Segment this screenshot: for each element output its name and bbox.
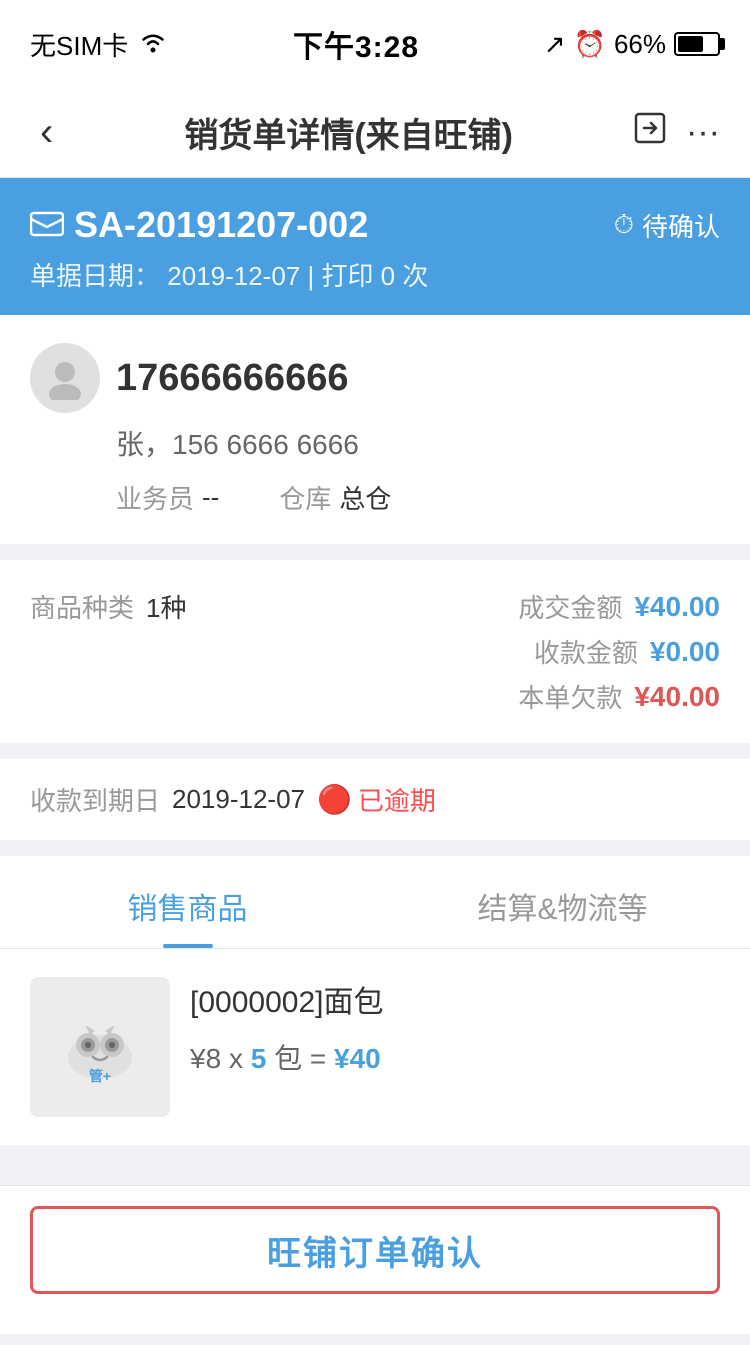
amount-label-1: 收款金额: [534, 633, 638, 670]
product-info: [0000002]面包 ¥8 x 5 包 = ¥40: [190, 977, 720, 1077]
share-button[interactable]: [634, 112, 666, 153]
order-date-row: 单据日期： 2019-12-07 | 打印 0 次: [30, 256, 720, 293]
order-id: SA-20191207-002: [30, 204, 368, 246]
tab-settlement[interactable]: 结算&物流等: [375, 856, 750, 948]
product-price: ¥8: [190, 1043, 221, 1074]
product-unit: 包: [274, 1043, 302, 1074]
location-icon: ↗: [544, 29, 566, 60]
due-date-section: 收款到期日 2019-12-07 🔴 已逾期: [0, 759, 750, 840]
status-clock-icon: ⏱: [614, 209, 634, 241]
warehouse-label: 仓库: [279, 479, 331, 516]
confirm-order-button[interactable]: 旺铺订单确认: [30, 1206, 720, 1294]
amount-label-0: 成交金额: [518, 588, 622, 625]
product-item: 管+ [0000002]面包 ¥8 x 5 包 = ¥40: [0, 949, 750, 1145]
status-carrier-area: 无SIM卡: [30, 26, 168, 63]
due-date-label: 收款到期日: [30, 781, 160, 818]
nav-actions: ···: [634, 112, 720, 153]
alarm-icon: ⏰: [574, 29, 606, 60]
customer-meta: 业务员 -- 仓库 总仓: [116, 479, 720, 516]
amount-value-2: ¥40.00: [634, 681, 720, 713]
amount-label-2: 本单欠款: [518, 678, 622, 715]
status-text: 待确认: [642, 207, 720, 244]
product-equals: =: [310, 1043, 334, 1074]
amount-value-0: ¥40.00: [634, 591, 720, 623]
order-date-label: 单据日期：: [30, 261, 160, 291]
overdue-text: 已逾期: [358, 781, 436, 818]
status-bar: 无SIM卡 下午3:28 ↗ ⏰ 66%: [0, 0, 750, 88]
customer-phone: 17666666666: [116, 357, 348, 400]
battery-percent: 66%: [614, 29, 666, 60]
bottom-action-bar: 旺铺订单确认: [0, 1185, 750, 1334]
tab-products[interactable]: 销售商品: [0, 856, 375, 948]
summary-section: 商品种类 1种 成交金额 ¥40.00 收款金额 ¥0.00 本单欠款 ¥40.…: [0, 560, 750, 743]
product-thumbnail: 管+: [30, 977, 170, 1117]
order-id-text: SA-20191207-002: [74, 204, 368, 246]
overdue-warning-icon: 🔴: [317, 783, 352, 816]
tabs-header: 销售商品 结算&物流等: [0, 856, 750, 949]
tabs-section: 销售商品 结算&物流等: [0, 856, 750, 1145]
avatar: [30, 343, 100, 413]
product-quantity: 5: [251, 1043, 267, 1074]
amount-list: 成交金额 ¥40.00 收款金额 ¥0.00 本单欠款 ¥40.00: [518, 588, 720, 715]
nav-bar: ‹ 销货单详情(来自旺铺) ···: [0, 88, 750, 178]
product-name: [0000002]面包: [190, 977, 720, 1021]
order-id-icon: [30, 204, 64, 246]
more-button[interactable]: ···: [686, 113, 720, 152]
salesman-value: --: [202, 482, 219, 513]
tab-products-label: 销售商品: [128, 893, 248, 926]
carrier-text: 无SIM卡: [30, 26, 128, 63]
due-date-value: 2019-12-07: [172, 784, 305, 815]
salesman-label: 业务员: [116, 479, 194, 516]
overdue-badge: 🔴 已逾期: [317, 781, 436, 818]
product-type-label: 商品种类: [30, 588, 134, 625]
tab-settlement-label: 结算&物流等: [477, 893, 647, 926]
customer-section: 17666666666 张，156 6666 6666 业务员 -- 仓库 总仓: [0, 315, 750, 544]
order-status: ⏱ 待确认: [614, 207, 720, 244]
order-date-value: 2019-12-07: [167, 261, 300, 291]
product-list: 管+ [0000002]面包 ¥8 x 5 包 = ¥40: [0, 949, 750, 1145]
status-time: 下午3:28: [293, 22, 419, 66]
order-header-banner: SA-20191207-002 ⏱ 待确认 单据日期： 2019-12-07 |…: [0, 178, 750, 315]
wifi-icon: [138, 29, 168, 60]
status-right-area: ↗ ⏰ 66%: [544, 29, 720, 60]
order-print-info: | 打印 0 次: [307, 261, 428, 291]
page-title: 销货单详情(来自旺铺): [184, 108, 513, 157]
svg-text:管+: 管+: [89, 1068, 111, 1084]
back-button[interactable]: ‹: [30, 100, 63, 165]
amount-value-1: ¥0.00: [650, 636, 720, 668]
product-total: ¥40: [334, 1043, 381, 1074]
battery-icon: [674, 32, 720, 56]
product-type-value: 1种: [146, 588, 186, 625]
warehouse-value: 总仓: [339, 479, 391, 516]
product-multiply: x: [229, 1043, 251, 1074]
customer-name: 张，156 6666 6666: [116, 423, 720, 463]
product-price-row: ¥8 x 5 包 = ¥40: [190, 1037, 720, 1077]
